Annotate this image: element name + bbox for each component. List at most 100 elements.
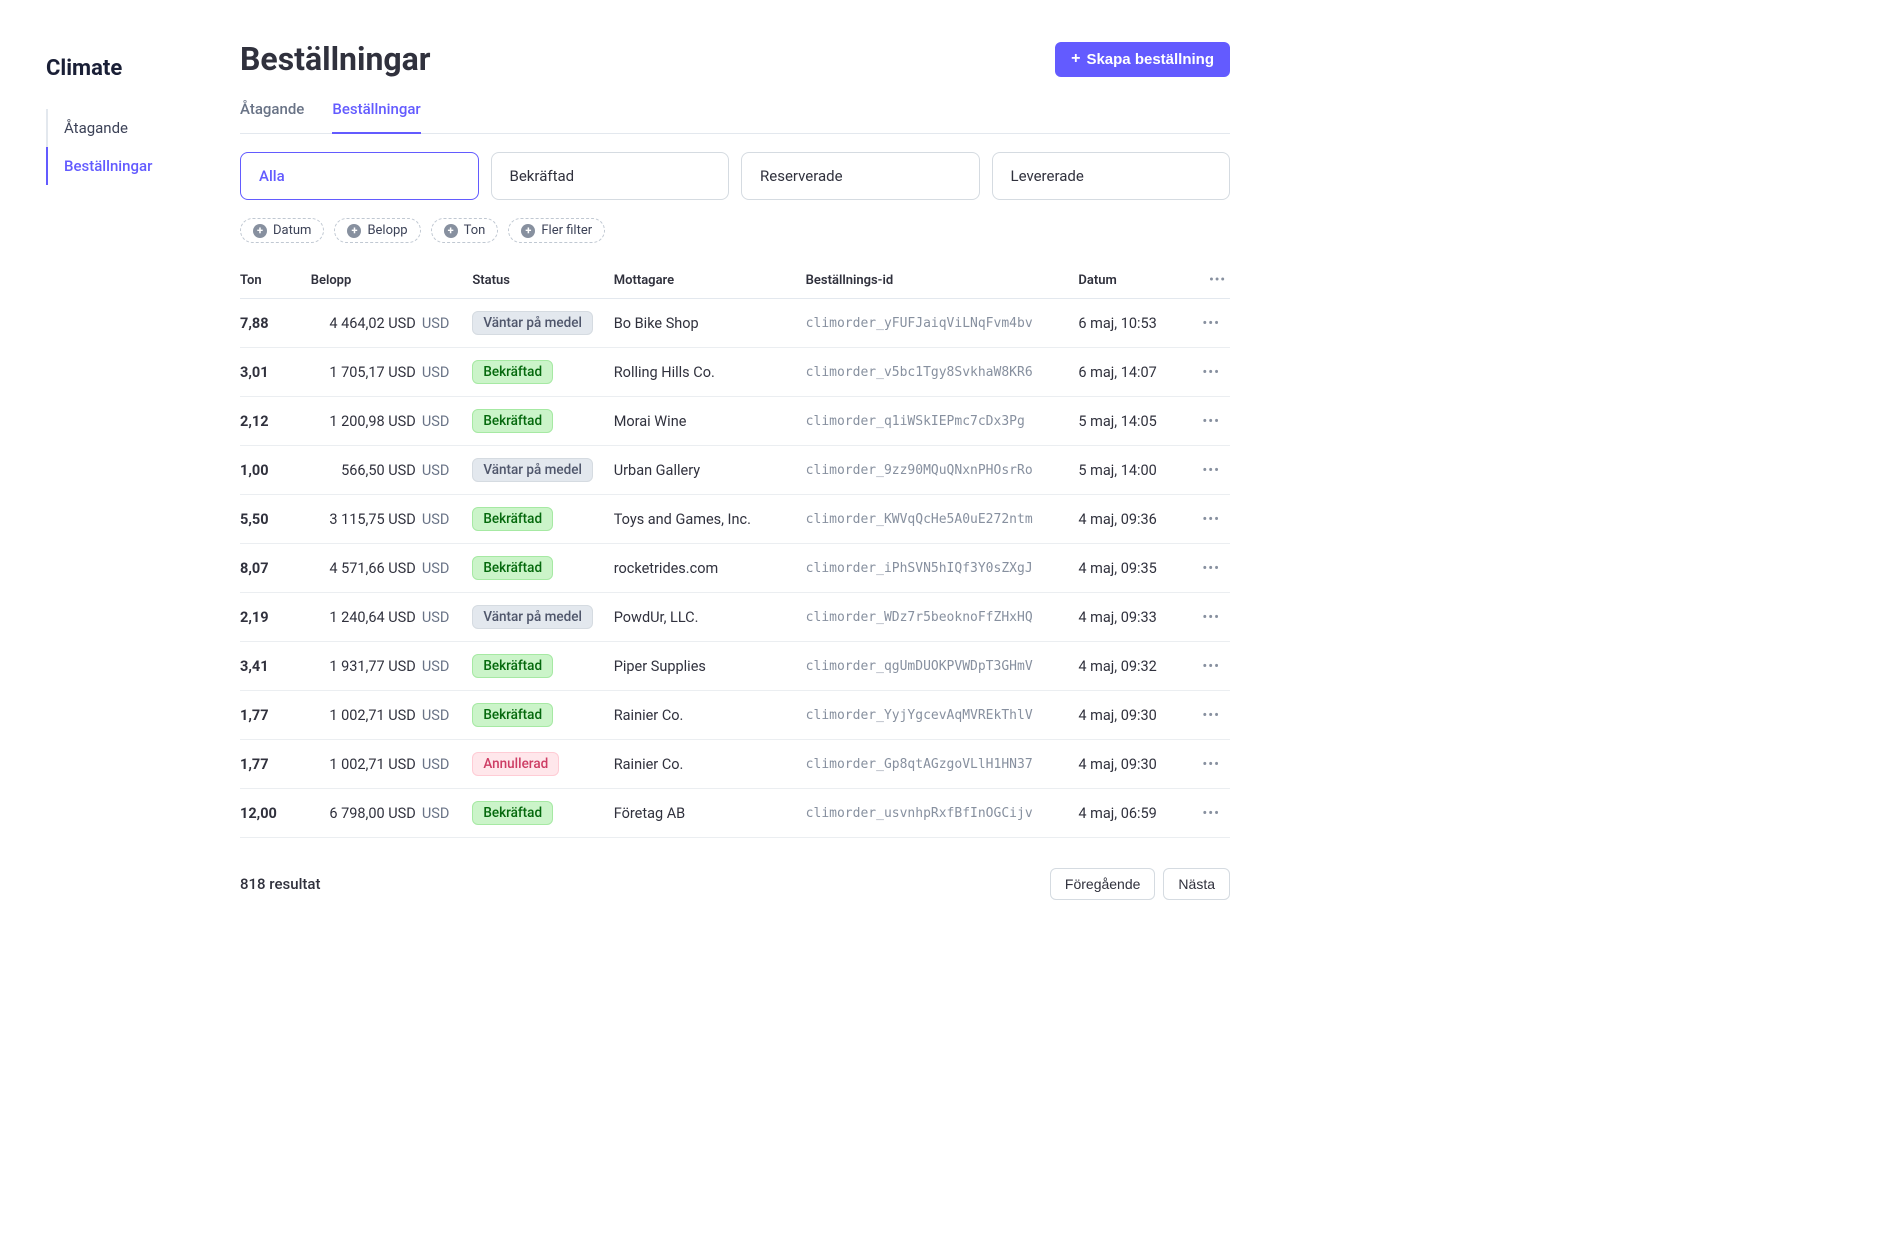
- cell-status: Väntar på medel: [472, 299, 613, 348]
- cell-recipient: Piper Supplies: [614, 642, 806, 691]
- cell-order-id: climorder_qgUmDUOKPVWDpT3GHmV: [806, 642, 1079, 691]
- filter-chip-label: Fler filter: [541, 223, 592, 238]
- cell-status: Bekräftad: [472, 789, 613, 838]
- cell-currency: USD: [422, 495, 473, 544]
- prev-button[interactable]: Föregående: [1050, 868, 1156, 900]
- status-badge: Väntar på medel: [472, 605, 593, 629]
- cell-date: 4 maj, 09:30: [1078, 740, 1199, 789]
- cell-amount: 1 931,77 USD: [311, 642, 422, 691]
- cell-status: Bekräftad: [472, 642, 613, 691]
- row-actions[interactable]: •••: [1200, 299, 1230, 348]
- cell-recipient: Bo Bike Shop: [614, 299, 806, 348]
- table-row[interactable]: 1,771 002,71 USDUSDAnnulleradRainier Co.…: [240, 740, 1230, 789]
- table-footer: 818 resultat Föregående Nästa: [240, 868, 1230, 900]
- row-actions[interactable]: •••: [1200, 544, 1230, 593]
- row-actions[interactable]: •••: [1200, 446, 1230, 495]
- filter-chip-1[interactable]: +Belopp: [334, 218, 420, 243]
- next-button[interactable]: Nästa: [1163, 868, 1230, 900]
- tab-0[interactable]: Åtagande: [240, 96, 304, 134]
- more-icon: •••: [1202, 707, 1220, 724]
- cell-date: 4 maj, 09:30: [1078, 691, 1199, 740]
- row-actions[interactable]: •••: [1200, 789, 1230, 838]
- row-actions[interactable]: •••: [1200, 495, 1230, 544]
- col-header-status[interactable]: Status: [472, 265, 613, 299]
- filter-chip-0[interactable]: +Datum: [240, 218, 324, 243]
- status-badge: Väntar på medel: [472, 311, 593, 335]
- col-header-date[interactable]: Datum: [1078, 265, 1199, 299]
- more-icon: •••: [1202, 364, 1220, 381]
- filter-card-2[interactable]: Reserverade: [741, 152, 980, 200]
- main-content: Beställningar + Skapa beställning Åtagan…: [190, 0, 1290, 1236]
- col-header-actions[interactable]: •••: [1200, 265, 1230, 299]
- cell-amount: 3 115,75 USD: [311, 495, 422, 544]
- more-icon: •••: [1202, 609, 1220, 626]
- page-title: Beställningar: [240, 40, 431, 78]
- col-header-ton[interactable]: Ton: [240, 265, 311, 299]
- table-row[interactable]: 2,121 200,98 USDUSDBekräftadMorai Winecl…: [240, 397, 1230, 446]
- cell-currency: USD: [422, 691, 473, 740]
- cell-currency: USD: [422, 446, 473, 495]
- table-row[interactable]: 12,006 798,00 USDUSDBekräftadFöretag ABc…: [240, 789, 1230, 838]
- table-row[interactable]: 7,884 464,02 USDUSDVäntar på medelBo Bik…: [240, 299, 1230, 348]
- status-badge: Väntar på medel: [472, 458, 593, 482]
- col-header-amount[interactable]: Belopp: [311, 265, 473, 299]
- table-row[interactable]: 1,771 002,71 USDUSDBekräftadRainier Co.c…: [240, 691, 1230, 740]
- cell-status: Väntar på medel: [472, 446, 613, 495]
- brand-title: Climate: [46, 56, 190, 81]
- cell-date: 5 maj, 14:00: [1078, 446, 1199, 495]
- cell-date: 6 maj, 14:07: [1078, 348, 1199, 397]
- plus-icon: +: [1071, 51, 1080, 67]
- status-badge: Bekräftad: [472, 801, 553, 825]
- row-actions[interactable]: •••: [1200, 397, 1230, 446]
- more-icon: •••: [1202, 805, 1220, 822]
- table-row[interactable]: 8,074 571,66 USDUSDBekräftadrocketrides.…: [240, 544, 1230, 593]
- row-actions[interactable]: •••: [1200, 348, 1230, 397]
- create-order-button[interactable]: + Skapa beställning: [1055, 42, 1230, 77]
- filter-chips: +Datum +Belopp +Ton +Fler filter: [240, 218, 1230, 243]
- more-icon: •••: [1202, 462, 1220, 479]
- filter-chip-label: Belopp: [367, 223, 407, 238]
- filter-chip-3[interactable]: +Fler filter: [508, 218, 605, 243]
- row-actions[interactable]: •••: [1200, 740, 1230, 789]
- status-badge: Bekräftad: [472, 703, 553, 727]
- more-icon: •••: [1202, 511, 1220, 528]
- table-row[interactable]: 5,503 115,75 USDUSDBekräftadToys and Gam…: [240, 495, 1230, 544]
- cell-amount: 4 571,66 USD: [311, 544, 422, 593]
- cell-amount: 1 002,71 USD: [311, 691, 422, 740]
- table-row[interactable]: 3,011 705,17 USDUSDBekräftadRolling Hill…: [240, 348, 1230, 397]
- filter-card-3[interactable]: Levererade: [992, 152, 1231, 200]
- filter-card-0[interactable]: Alla: [240, 152, 479, 200]
- table-row[interactable]: 2,191 240,64 USDUSDVäntar på medelPowdUr…: [240, 593, 1230, 642]
- status-badge: Bekräftad: [472, 654, 553, 678]
- more-icon: •••: [1202, 658, 1220, 675]
- pager: Föregående Nästa: [1050, 868, 1230, 900]
- status-badge: Annullerad: [472, 752, 559, 776]
- cell-currency: USD: [422, 789, 473, 838]
- cell-currency: USD: [422, 299, 473, 348]
- cell-currency: USD: [422, 642, 473, 691]
- cell-ton: 3,01: [240, 348, 311, 397]
- cell-recipient: Rainier Co.: [614, 691, 806, 740]
- col-header-order-id[interactable]: Beställnings-id: [806, 265, 1079, 299]
- sidebar-item-1[interactable]: Beställningar: [46, 147, 190, 185]
- tab-1[interactable]: Beställningar: [332, 96, 420, 134]
- row-actions[interactable]: •••: [1200, 642, 1230, 691]
- cell-amount: 6 798,00 USD: [311, 789, 422, 838]
- table-row[interactable]: 1,00566,50 USDUSDVäntar på medelUrban Ga…: [240, 446, 1230, 495]
- sidebar-item-0[interactable]: Åtagande: [46, 109, 190, 147]
- cell-date: 5 maj, 14:05: [1078, 397, 1199, 446]
- cell-amount: 4 464,02 USD: [311, 299, 422, 348]
- cell-currency: USD: [422, 397, 473, 446]
- cell-order-id: climorder_KWVqQcHe5A0uE272ntm: [806, 495, 1079, 544]
- col-header-recipient[interactable]: Mottagare: [614, 265, 806, 299]
- filter-cards: AllaBekräftadReserveradeLevererade: [240, 152, 1230, 200]
- more-icon: •••: [1202, 560, 1220, 577]
- row-actions[interactable]: •••: [1200, 593, 1230, 642]
- filter-chip-2[interactable]: +Ton: [431, 218, 499, 243]
- cell-date: 4 maj, 06:59: [1078, 789, 1199, 838]
- cell-ton: 2,12: [240, 397, 311, 446]
- table-row[interactable]: 3,411 931,77 USDUSDBekräftadPiper Suppli…: [240, 642, 1230, 691]
- filter-card-1[interactable]: Bekräftad: [491, 152, 730, 200]
- row-actions[interactable]: •••: [1200, 691, 1230, 740]
- cell-recipient: PowdUr, LLC.: [614, 593, 806, 642]
